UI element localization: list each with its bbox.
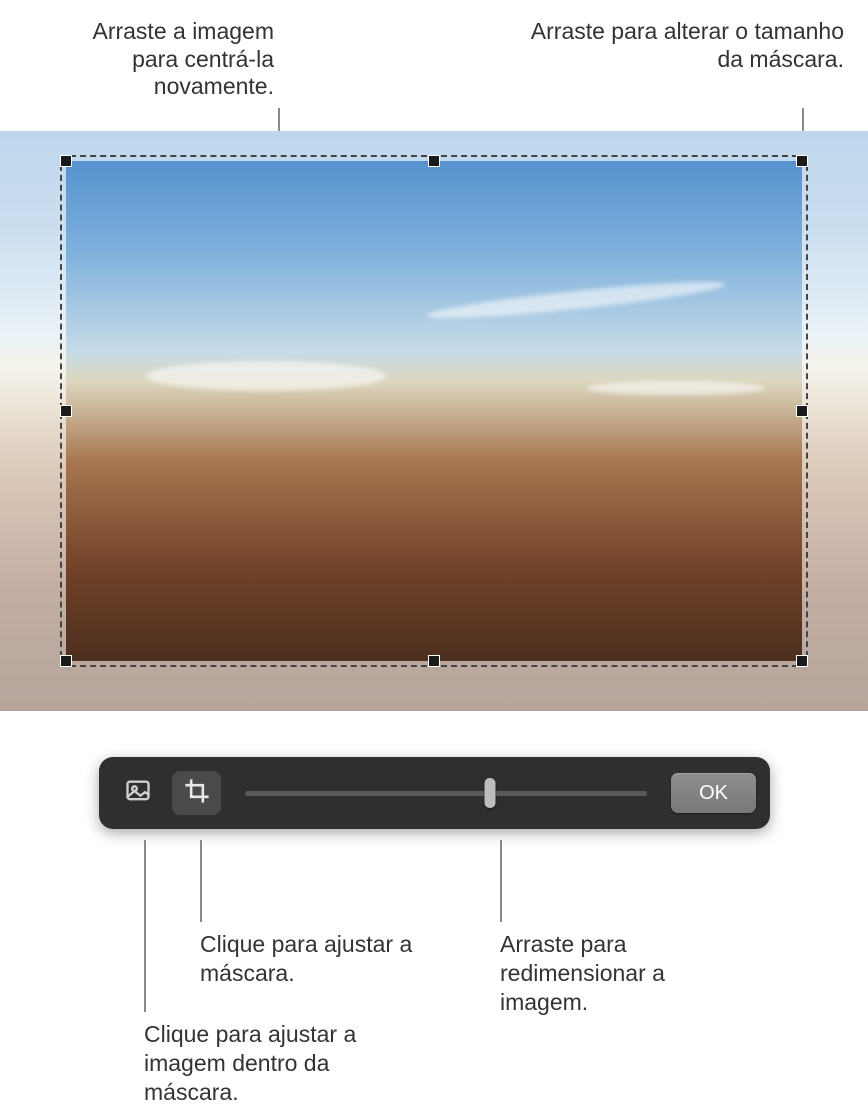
mask-handle-middle-left[interactable] (60, 405, 72, 417)
mask-handle-top-right[interactable] (796, 155, 808, 167)
resize-image-slider[interactable] (245, 771, 647, 815)
mask-toolbar: OK (99, 757, 770, 829)
mask-handle-bottom-left[interactable] (60, 655, 72, 667)
slider-thumb[interactable] (485, 778, 496, 808)
image-editor-stage (0, 131, 868, 711)
image-icon (124, 777, 152, 810)
callout-adjust-mask: Clique para ajustar a máscara. (200, 930, 430, 988)
callout-recenter-image: Arraste a imagem para centrá-la novament… (64, 18, 274, 101)
slider-track (245, 791, 647, 796)
callout-line (500, 840, 502, 922)
callout-line (200, 840, 202, 922)
decorative-cloud (426, 275, 726, 324)
adjust-mask-button[interactable] (172, 771, 221, 815)
callout-adjust-image-in-mask: Clique para ajustar a imagem dentro da m… (144, 1020, 404, 1106)
callout-resize-image-slider: Arraste para redimensionar a imagem. (500, 930, 710, 1016)
mask-handle-top-middle[interactable] (428, 155, 440, 167)
callout-resize-mask: Arraste para alterar o tamanho da máscar… (524, 18, 844, 73)
adjust-image-button[interactable] (113, 771, 162, 815)
mask-handle-bottom-right[interactable] (796, 655, 808, 667)
mask-handle-top-left[interactable] (60, 155, 72, 167)
mask-handle-bottom-middle[interactable] (428, 655, 440, 667)
decorative-cloud (586, 381, 766, 395)
decorative-cloud (146, 361, 386, 391)
ok-button[interactable]: OK (671, 773, 756, 813)
mask-area[interactable] (66, 161, 802, 661)
crop-icon (183, 777, 211, 810)
mask-handle-middle-right[interactable] (796, 405, 808, 417)
callout-line (144, 840, 146, 1012)
